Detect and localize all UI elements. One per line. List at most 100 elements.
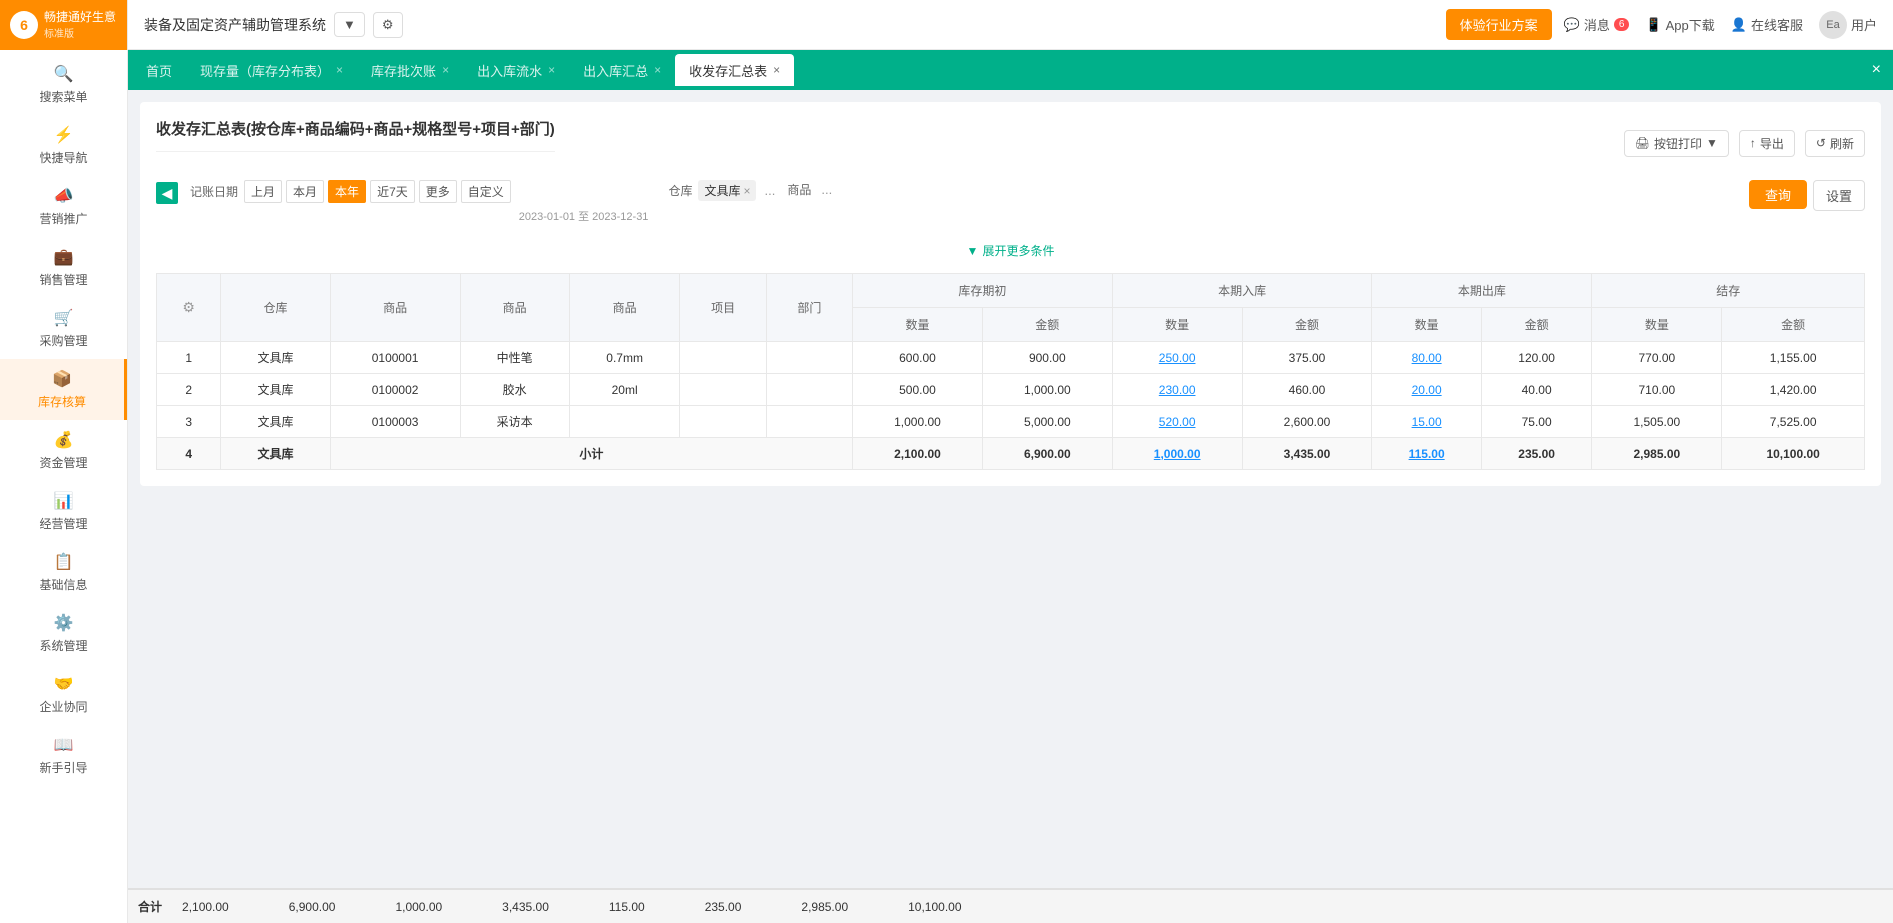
cell-out-amt: 120.00 (1481, 342, 1592, 374)
search-nav-icon: 🔍 (54, 64, 74, 84)
tab-receipt-summary[interactable]: 收发存汇总表 × (675, 54, 794, 86)
gear-icon[interactable]: ⚙ (182, 299, 195, 315)
cell-in-qty[interactable]: 230.00 (1112, 374, 1242, 406)
subtotal-in-amt: 3,435.00 (1242, 438, 1372, 470)
sidebar-item-collab[interactable]: 🤝 企业协同 (0, 664, 127, 725)
filter-fields: 记账日期 上月 本月 本年 近7天 更多 自定义 2023-01 (190, 180, 1737, 224)
logo-icon: 6 (10, 11, 38, 39)
date-shortcuts: 上月 本月 本年 近7天 更多 自定义 (244, 180, 511, 203)
cell-dept (766, 406, 852, 438)
subtotal-out-qty[interactable]: 115.00 (1372, 438, 1481, 470)
subtotal-warehouse: 文具库 (221, 438, 330, 470)
cell-warehouse: 文具库 (221, 374, 330, 406)
sidebar-item-search[interactable]: 🔍 搜索菜单 (0, 54, 127, 115)
th-out: 本期出库 (1372, 274, 1592, 308)
filter-actions: 查询 设置 (1749, 180, 1865, 211)
refresh-label: 刷新 (1830, 135, 1854, 152)
export-btn[interactable]: ↑ 导出 (1739, 130, 1795, 157)
date-btn-this-month[interactable]: 本月 (286, 180, 324, 203)
tab-batch[interactable]: 库存批次账 × (357, 54, 463, 86)
sidebar-item-operations[interactable]: 📊 经营管理 (0, 481, 127, 542)
app-download-action[interactable]: 📱 App下载 (1645, 15, 1714, 34)
cell-opening-qty: 1,000.00 (853, 406, 983, 438)
user-label: 用户 (1851, 15, 1877, 34)
export-icon: ↑ (1750, 136, 1756, 150)
tab-inout-summary[interactable]: 出入库汇总 × (569, 54, 675, 86)
cell-code: 0100003 (330, 406, 460, 438)
operations-icon: 📊 (54, 491, 74, 511)
th-spec: 商品 (569, 274, 680, 342)
sidebar-item-system[interactable]: ⚙️ 系统管理 (0, 603, 127, 664)
system-dropdown[interactable]: ▼ (334, 12, 365, 37)
tab-bar-close-icon[interactable]: × (1864, 57, 1889, 83)
tab-close-icon[interactable]: × (442, 63, 449, 77)
cell-opening-amt: 900.00 (982, 342, 1112, 374)
sidebar-item-basics[interactable]: 📋 基础信息 (0, 542, 127, 603)
table-row: 2 文具库 0100002 胶水 20ml 500.00 1,000.00 23… (157, 374, 1865, 406)
messages-action[interactable]: 💬 消息 6 (1564, 15, 1630, 34)
page-card: 收发存汇总表(按仓库+商品编码+商品+规格型号+项目+部门) 🖨 按钮打印 ▼ … (140, 102, 1881, 486)
footer-opening-amt: 6,900.00 (289, 900, 336, 914)
tab-inventory-dist[interactable]: 现存量（库存分布表） × (186, 54, 357, 86)
app-download-label: App下载 (1666, 15, 1715, 34)
cell-in-qty[interactable]: 250.00 (1112, 342, 1242, 374)
warehouse-filter-ellipsis[interactable]: ... (760, 181, 779, 200)
cell-out-qty[interactable]: 20.00 (1372, 374, 1481, 406)
th-gear[interactable]: ⚙ (157, 274, 221, 342)
th-opening: 库存期初 (853, 274, 1113, 308)
messages-badge: 6 (1614, 18, 1630, 31)
user-action[interactable]: Ea 用户 (1819, 11, 1877, 39)
sidebar-item-marketing[interactable]: 📣 营销推广 (0, 176, 127, 237)
cell-in-qty[interactable]: 520.00 (1112, 406, 1242, 438)
export-label: 导出 (1760, 135, 1784, 152)
cell-seq: 1 (157, 342, 221, 374)
tab-home[interactable]: 首页 (132, 54, 186, 86)
footer-in-qty: 1,000.00 (395, 900, 442, 914)
try-industry-button[interactable]: 体验行业方案 (1446, 9, 1552, 40)
subtotal-row: 4 文具库 小计 2,100.00 6,900.00 1,000.00 3,43… (157, 438, 1865, 470)
date-btn-this-year[interactable]: 本年 (328, 180, 366, 203)
footer-in-amt: 3,435.00 (502, 900, 549, 914)
th-opening-qty: 数量 (853, 308, 983, 342)
cell-out-qty[interactable]: 80.00 (1372, 342, 1481, 374)
cell-out-qty[interactable]: 15.00 (1372, 406, 1481, 438)
date-btn-7days[interactable]: 近7天 (370, 180, 415, 203)
tab-close-icon[interactable]: × (773, 63, 780, 77)
query-button[interactable]: 查询 (1749, 180, 1807, 209)
subtotal-in-qty[interactable]: 1,000.00 (1112, 438, 1242, 470)
subtotal-out-amt: 235.00 (1481, 438, 1592, 470)
cell-spec: 20ml (569, 374, 680, 406)
date-btn-custom[interactable]: 自定义 (461, 180, 511, 203)
settings-btn[interactable]: ⚙ (373, 12, 403, 38)
subtotal-closing-amt: 10,100.00 (1722, 438, 1865, 470)
sidebar-item-purchase[interactable]: 🛒 采购管理 (0, 298, 127, 359)
filter-bar: ◀ 记账日期 上月 本月 本年 近7天 更多 自定义 (156, 180, 1865, 224)
date-btn-more[interactable]: 更多 (419, 180, 457, 203)
goods-filter-ellipsis[interactable]: ... (817, 180, 836, 199)
tab-close-icon[interactable]: × (654, 63, 661, 77)
online-service-action[interactable]: 👤 在线客服 (1731, 15, 1803, 34)
sidebar-item-inventory[interactable]: 📦 库存核算 (0, 359, 127, 420)
tab-close-icon[interactable]: × (548, 63, 555, 77)
footer-label: 合计 (138, 898, 162, 915)
footer-opening-qty: 2,100.00 (182, 900, 229, 914)
expand-conditions-btn[interactable]: ▼ 展开更多条件 (967, 242, 1055, 259)
cell-opening-amt: 1,000.00 (982, 374, 1112, 406)
sidebar-item-label: 企业协同 (39, 698, 87, 715)
warehouse-tag: 文具库 × (698, 180, 756, 201)
footer-out-amt: 235.00 (705, 900, 742, 914)
print-btn[interactable]: 🖨 按钮打印 ▼ (1624, 130, 1729, 157)
sidebar-item-finance[interactable]: 💰 资金管理 (0, 420, 127, 481)
sidebar-item-sales[interactable]: 💼 销售管理 (0, 237, 127, 298)
tab-close-icon[interactable]: × (336, 63, 343, 77)
sidebar-item-guide[interactable]: 📖 新手引导 (0, 725, 127, 786)
settings-button[interactable]: 设置 (1813, 180, 1865, 211)
cell-closing-amt: 1,420.00 (1722, 374, 1865, 406)
date-btn-last-month[interactable]: 上月 (244, 180, 282, 203)
sidebar-item-quicknav[interactable]: ⚡ 快捷导航 (0, 115, 127, 176)
warehouse-tag-close[interactable]: × (743, 184, 750, 198)
cell-spec: 0.7mm (569, 342, 680, 374)
tab-inout-flow[interactable]: 出入库流水 × (463, 54, 569, 86)
refresh-btn[interactable]: ↺ 刷新 (1805, 130, 1865, 157)
filter-collapse-btn[interactable]: ◀ (156, 182, 178, 204)
